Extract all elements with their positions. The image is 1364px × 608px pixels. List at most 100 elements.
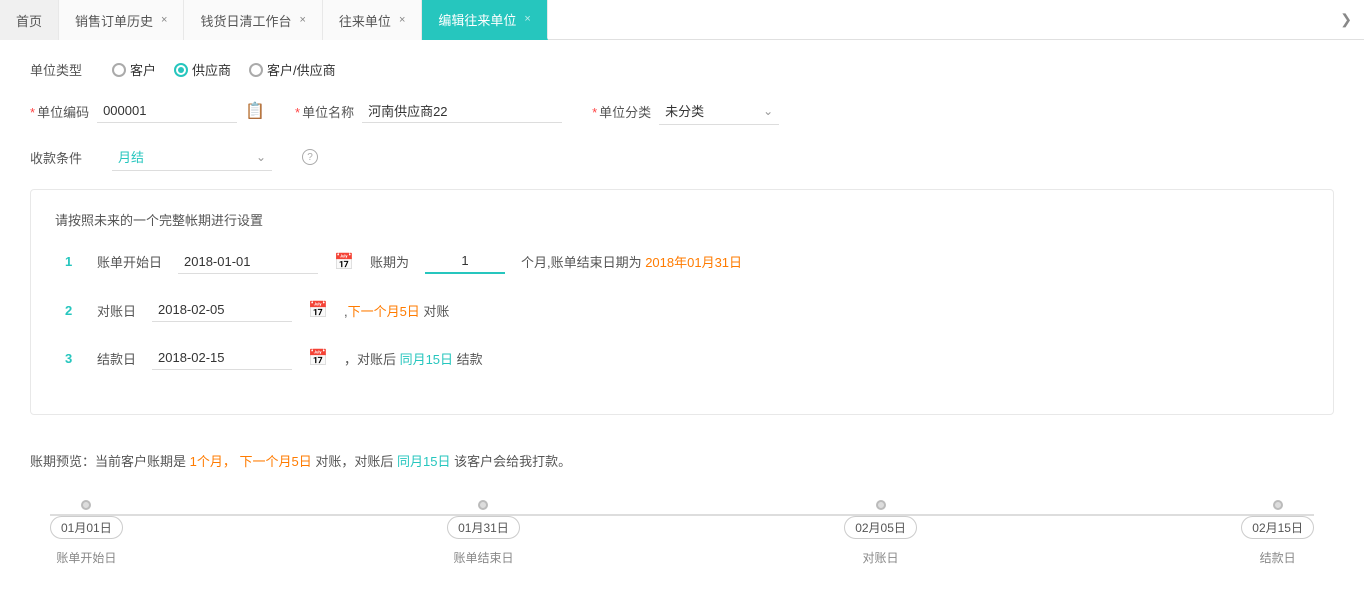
radio-both-label: 客户/供应商 xyxy=(267,60,336,79)
period-settings-title: 请按照未来的一个完整帐期进行设置 xyxy=(55,210,1309,229)
tab-partner-units-close[interactable]: × xyxy=(399,14,405,26)
timeline-badge-2: 02月05日 xyxy=(844,516,917,539)
timeline-point-3: 02月15日 结款日 xyxy=(1241,500,1314,566)
radio-supplier[interactable]: 供应商 xyxy=(174,60,231,79)
payment-terms-label: 收款条件 xyxy=(30,148,82,167)
radio-both[interactable]: 客户/供应商 xyxy=(249,60,336,79)
period-date-input-1[interactable] xyxy=(178,250,318,274)
tab-bar: 首页 销售订单历史 × 钱货日清工作台 × 往来单位 × 编辑往来单位 × ❯ xyxy=(0,0,1364,40)
unit-info-row: *单位编码 📋 *单位名称 *单位分类 未分类 ⌄ xyxy=(30,97,1334,125)
unit-type-row: 单位类型 客户 供应商 客户/供应商 xyxy=(30,60,1334,79)
unit-category-label: *单位分类 xyxy=(592,102,651,121)
unit-name-input[interactable] xyxy=(362,99,562,123)
timeline-label-2: 对账日 xyxy=(863,549,899,566)
preview-text: 账期预览：当前客户账期是 1个月， 下一个月5日 对账，对账后 同月15日 该客… xyxy=(30,451,1334,470)
period-label-1: 账单开始日 xyxy=(97,252,162,271)
period-suffix-before-input-1: 账期为 xyxy=(370,252,409,271)
unit-category-chevron-icon: ⌄ xyxy=(763,104,773,118)
period-calendar-icon-3[interactable]: 📅 xyxy=(308,348,328,368)
payment-terms-select[interactable]: 月结 ⌄ xyxy=(112,143,272,171)
timeline-dot-1 xyxy=(478,500,488,510)
period-index-3: 3 xyxy=(65,351,81,366)
tab-cash-workbench[interactable]: 钱货日清工作台 × xyxy=(184,0,322,40)
period-label-2: 对账日 xyxy=(97,301,136,320)
required-star-category: * xyxy=(592,105,597,120)
period-next-month-label: 下一个月5日 xyxy=(348,304,420,319)
preview-part3: 对账，对账后 xyxy=(315,454,393,469)
timeline-label-3: 结款日 xyxy=(1260,549,1296,566)
unit-code-copy-icon[interactable]: 📋 xyxy=(245,101,265,121)
tab-home[interactable]: 首页 xyxy=(0,0,59,40)
tab-sales-history-close[interactable]: × xyxy=(161,14,167,26)
radio-customer[interactable]: 客户 xyxy=(112,60,156,79)
period-suffix-after-input-1: 个月,账单结束日期为 2018年01月31日 xyxy=(521,252,742,271)
period-row-3: 3 结款日 📅 ，对账后 同月15日 结款 xyxy=(55,346,1309,370)
unit-code-field: *单位编码 📋 xyxy=(30,99,265,123)
tab-home-label: 首页 xyxy=(16,11,42,30)
timeline-badge-0: 01月01日 xyxy=(50,516,123,539)
timeline-badge-3: 02月15日 xyxy=(1241,516,1314,539)
preview-section: 账期预览：当前客户账期是 1个月， 下一个月5日 对账，对账后 同月15日 该客… xyxy=(30,435,1334,566)
unit-type-radio-group: 客户 供应商 客户/供应商 xyxy=(112,60,336,79)
timeline-label-0: 账单开始日 xyxy=(56,549,116,566)
timeline-points: 01月01日 账单开始日 01月31日 账单结束日 02月05日 对账日 02月… xyxy=(50,500,1314,566)
tab-edit-partner-close[interactable]: × xyxy=(524,13,530,25)
period-month-input[interactable] xyxy=(425,249,505,274)
period-label-3: 结款日 xyxy=(97,349,136,368)
timeline-badge-1: 01月31日 xyxy=(447,516,520,539)
radio-customer-label: 客户 xyxy=(130,60,156,79)
preview-part1: 1个月， xyxy=(190,454,236,469)
period-settings-box: 请按照未来的一个完整帐期进行设置 1 账单开始日 📅 账期为 个月,账单结束日期… xyxy=(30,189,1334,415)
period-row-2: 2 对账日 📅 ,下一个月5日 对账 xyxy=(55,298,1309,322)
period-suffix-3: ，对账后 同月15日 结款 xyxy=(344,349,483,368)
preview-part4: 同月15日 xyxy=(397,454,450,469)
timeline-dot-3 xyxy=(1273,500,1283,510)
tab-sales-history-label: 销售订单历史 xyxy=(75,11,153,30)
payment-terms-value: 月结 xyxy=(118,147,252,166)
help-icon[interactable]: ? xyxy=(302,149,318,165)
tab-edit-partner-label: 编辑往来单位 xyxy=(438,10,516,29)
period-index-2: 2 xyxy=(65,303,81,318)
period-row-1: 1 账单开始日 📅 账期为 个月,账单结束日期为 2018年01月31日 xyxy=(55,249,1309,274)
unit-category-dropdown[interactable]: 未分类 ⌄ xyxy=(659,97,779,125)
tab-partner-units[interactable]: 往来单位 × xyxy=(323,0,422,40)
period-date-input-2[interactable] xyxy=(152,298,292,322)
period-index-1: 1 xyxy=(65,254,81,269)
period-date-input-3[interactable] xyxy=(152,346,292,370)
timeline: 01月01日 账单开始日 01月31日 账单结束日 02月05日 对账日 02月… xyxy=(30,500,1334,566)
period-suffix-2: ,下一个月5日 对账 xyxy=(344,301,449,320)
payment-terms-row: 收款条件 月结 ⌄ ? xyxy=(30,143,1334,171)
required-star-code: * xyxy=(30,105,35,120)
tab-edit-partner[interactable]: 编辑往来单位 × xyxy=(422,0,547,40)
unit-name-field: *单位名称 xyxy=(295,99,562,123)
preview-label: 账期预览：当前客户账期是 xyxy=(30,454,186,469)
radio-supplier-label: 供应商 xyxy=(192,60,231,79)
tab-cash-workbench-label: 钱货日清工作台 xyxy=(200,11,291,30)
period-calendar-icon-1[interactable]: 📅 xyxy=(334,252,354,272)
unit-category-value: 未分类 xyxy=(665,101,763,120)
unit-type-label: 单位类型 xyxy=(30,60,82,79)
main-content: 单位类型 客户 供应商 客户/供应商 *单位编码 📋 xyxy=(0,40,1364,608)
timeline-point-1: 01月31日 账单结束日 xyxy=(447,500,520,566)
preview-part2: 下一个月5日 xyxy=(240,454,312,469)
period-calendar-icon-2[interactable]: 📅 xyxy=(308,300,328,320)
radio-both-circle xyxy=(249,63,263,77)
timeline-dot-2 xyxy=(876,500,886,510)
tab-partner-units-label: 往来单位 xyxy=(339,11,391,30)
unit-code-input[interactable] xyxy=(97,99,237,123)
radio-supplier-circle xyxy=(174,63,188,77)
tab-sales-history[interactable]: 销售订单历史 × xyxy=(59,0,184,40)
tab-cash-workbench-close[interactable]: × xyxy=(299,14,305,26)
unit-code-label: *单位编码 xyxy=(30,102,89,121)
period-end-date-1: 2018年01月31日 xyxy=(645,255,742,270)
unit-category-field: *单位分类 未分类 ⌄ xyxy=(592,97,779,125)
timeline-point-0: 01月01日 账单开始日 xyxy=(50,500,123,566)
preview-part5: 该客户会给我打款。 xyxy=(454,454,571,469)
timeline-label-1: 账单结束日 xyxy=(453,549,513,566)
period-same-month-label: 同月15日 xyxy=(400,352,453,367)
timeline-dot-0 xyxy=(81,500,91,510)
unit-name-label: *单位名称 xyxy=(295,102,354,121)
required-star-name: * xyxy=(295,105,300,120)
tab-expand-button[interactable]: ❯ xyxy=(1328,0,1364,39)
payment-terms-chevron-icon: ⌄ xyxy=(256,150,266,164)
